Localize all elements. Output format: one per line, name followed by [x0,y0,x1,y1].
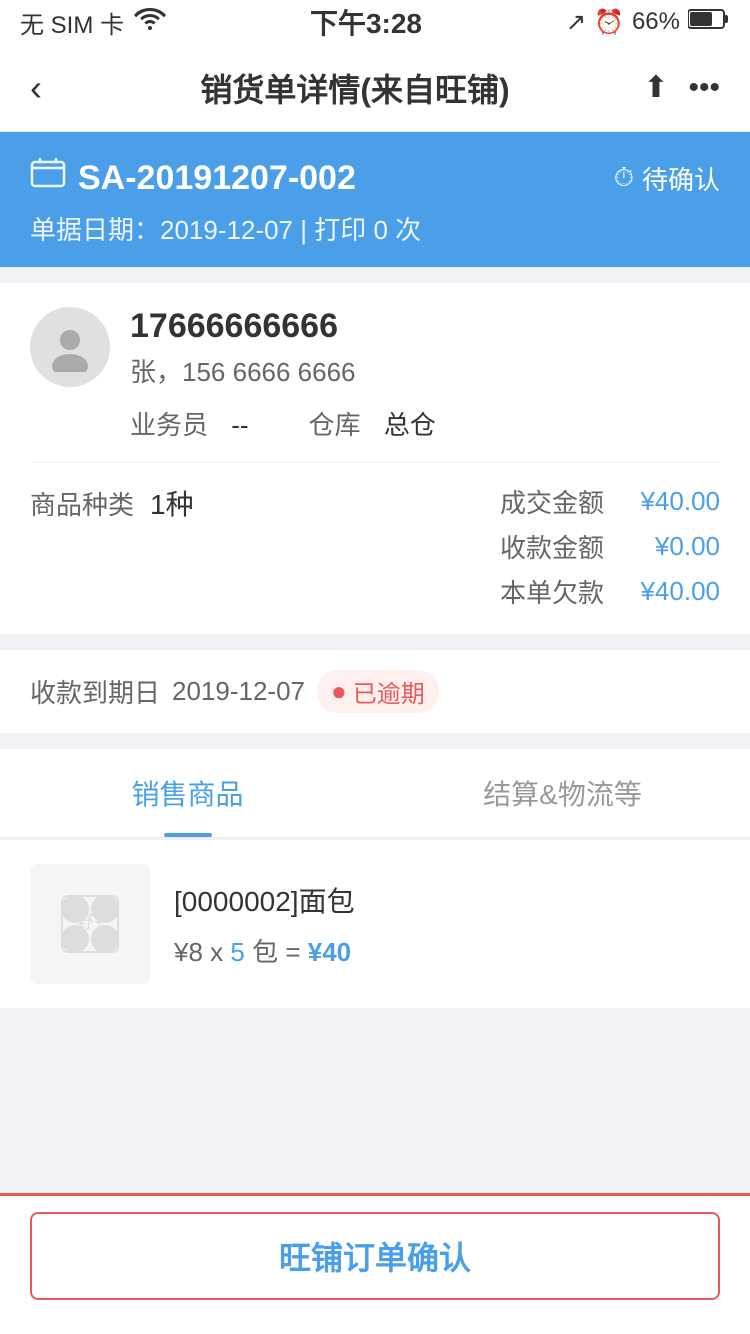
status-clock-icon: ⏱ [614,162,634,194]
product-count: 商品种类 1种 [30,483,194,523]
divider-1 [30,462,720,463]
nav-actions: ⬆ ••• [620,70,720,105]
order-id-text: SA-20191207-002 [78,159,356,198]
overdue-badge: ● 已逾期 [317,670,439,713]
received-label: 收款金额 [500,528,604,565]
warehouse-value: 总仓 [384,410,436,440]
status-text: 待确认 [642,160,720,197]
wangpu-confirm-button[interactable]: 旺铺订单确认 [30,1212,720,1300]
due-date-section: 收款到期日 2019-12-07 ● 已逾期 [0,650,750,733]
unit: 包 [252,937,278,967]
salesman-value: -- [231,410,248,440]
order-date: 单据日期：2019-12-07 [30,215,293,245]
product-list: 野+ [0000002]面包 ¥8 x 5 包 = ¥40 [0,840,750,1008]
print-info: 打印 0 次 [314,215,421,245]
quantity: 5 [230,937,244,967]
due-date-label: 收款到期日 [30,673,160,710]
product-details: [0000002]面包 ¥8 x 5 包 = ¥40 [174,880,720,969]
deal-amount-row: 成交金额 ¥40.00 [500,483,720,520]
customer-meta: 业务员 -- 仓库 总仓 [130,405,720,442]
carrier-text: 无 SIM 卡 [20,5,124,40]
table-row: 野+ [0000002]面包 ¥8 x 5 包 = ¥40 [30,864,720,984]
status-left: 无 SIM 卡 [20,5,166,40]
salesman-field: 业务员 -- [130,405,249,442]
overdue-icon: ● [331,676,347,707]
share-icon[interactable]: ⬆ [643,70,668,105]
product-price: ¥8 x 5 包 = ¥40 [174,932,720,969]
battery-text: 66% [632,8,680,36]
nav-bar: ‹ 销货单详情(来自旺铺) ⬆ ••• [0,44,750,132]
page-title: 销货单详情(来自旺铺) [90,65,620,111]
order-id: SA-20191207-002 [30,156,356,200]
order-meta: 单据日期：2019-12-07 | 打印 0 次 [30,210,720,247]
unit-price: ¥8 [174,937,203,967]
bottom-bar: 旺铺订单确认 [0,1193,750,1334]
summary-section: 商品种类 1种 成交金额 ¥40.00 收款金额 ¥0.00 本单欠款 ¥40.… [30,483,720,610]
back-button[interactable]: ‹ [30,67,90,109]
received-amount-row: 收款金额 ¥0.00 [500,528,720,565]
product-type-label: 商品种类 [30,485,134,522]
product-name: [0000002]面包 [174,880,720,920]
time-display: 下午3:28 [310,2,422,42]
more-icon[interactable]: ••• [688,71,720,105]
order-status-badge: ⏱ 待确认 [614,160,720,197]
tabs-bar: 销售商品 结算&物流等 [0,749,750,838]
due-date-value: 2019-12-07 [172,676,305,707]
received-value: ¥0.00 [620,531,720,562]
deal-amount-value: ¥40.00 [620,486,720,517]
owed-label: 本单欠款 [500,573,604,610]
customer-info: 17666666666 张，156 6666 6666 业务员 -- 仓库 总仓 [130,307,720,442]
customer-avatar [30,307,110,387]
owed-value: ¥40.00 [620,576,720,607]
status-bar: 无 SIM 卡 下午3:28 ↗ ⏰ 66% [0,0,750,44]
wifi-icon [134,8,166,37]
warehouse-field: 仓库 总仓 [309,405,436,442]
overdue-text: 已逾期 [353,674,425,709]
owed-amount-row: 本单欠款 ¥40.00 [500,573,720,610]
warehouse-label: 仓库 [309,410,361,440]
tab-sales-products[interactable]: 销售商品 [0,749,375,837]
location-icon: ↗ [566,8,586,37]
salesman-label: 业务员 [130,410,208,440]
product-type-value: 1种 [150,483,194,523]
deal-amount-label: 成交金额 [500,483,604,520]
order-header-card: SA-20191207-002 ⏱ 待确认 单据日期：2019-12-07 | … [0,132,750,267]
customer-card: 17666666666 张，156 6666 6666 业务员 -- 仓库 总仓… [0,283,750,634]
amount-summary: 成交金额 ¥40.00 收款金额 ¥0.00 本单欠款 ¥40.00 [500,483,720,610]
total-price: ¥40 [308,937,351,967]
svg-text:野+: 野+ [76,912,105,932]
tab-settlement-logistics[interactable]: 结算&物流等 [375,749,750,837]
empty-space [0,1008,750,1208]
product-thumbnail: 野+ [30,864,150,984]
status-right: ↗ ⏰ 66% [566,8,730,37]
customer-name: 张，156 6666 6666 [130,352,720,389]
alarm-icon: ⏰ [594,8,624,37]
customer-phone: 17666666666 [130,307,720,346]
battery-icon [688,8,730,37]
order-icon [30,156,66,200]
